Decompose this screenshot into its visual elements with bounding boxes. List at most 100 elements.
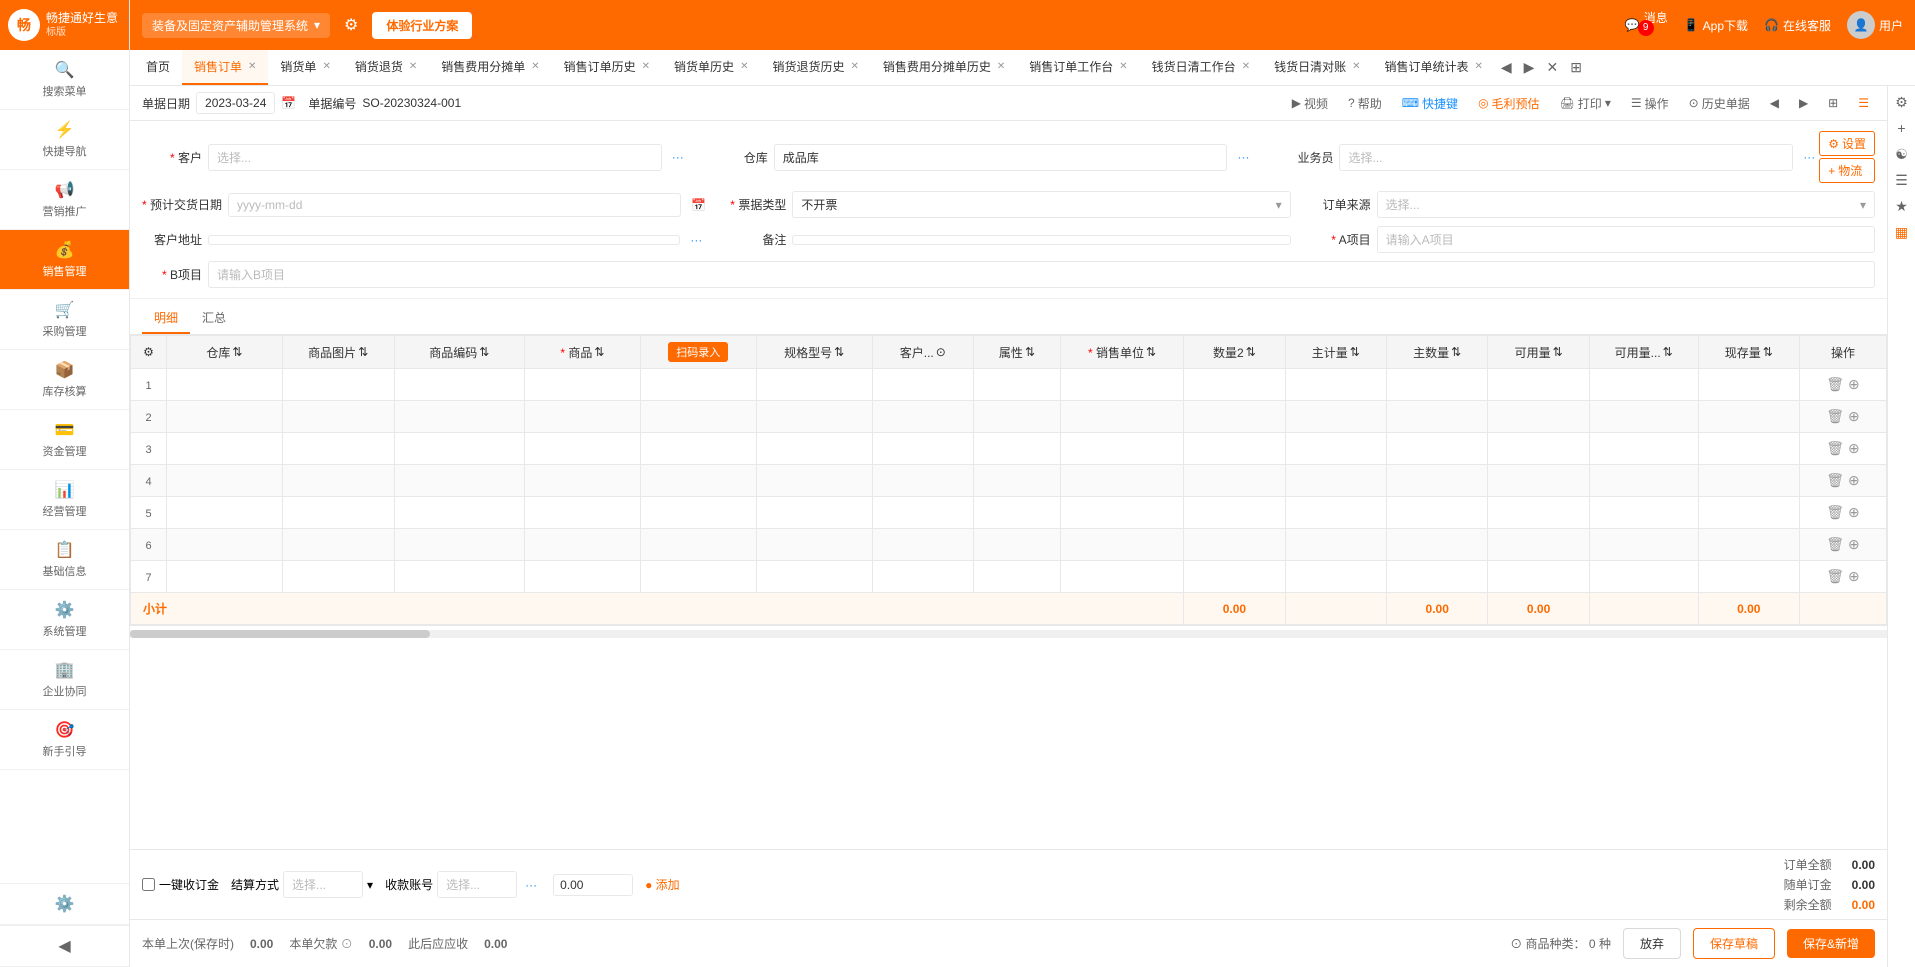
sidebar-item-sales[interactable]: 💰 销售管理 [0,230,129,290]
help-debt-icon[interactable]: ⊙ [341,937,353,951]
rp-settings-icon[interactable]: ⚙ [1890,90,1914,114]
grid-view-btn[interactable]: ⊞ [1822,94,1844,112]
delivery-date-input[interactable]: yyyy-mm-dd [228,193,681,217]
tab-close-cash-daily-reconcile[interactable]: ✕ [1352,61,1360,72]
sidebar-item-search[interactable]: 🔍 搜索菜单 [0,50,129,110]
tab-close-sales-expense-history[interactable]: ✕ [997,61,1005,72]
th-available[interactable]: 可用量 ⇅ [1488,336,1589,369]
warehouse-more-btn[interactable]: ··· [1233,150,1253,164]
calendar-icon[interactable]: 📅 [281,96,296,110]
th-sales-unit[interactable]: 销售单位 ⇅ [1060,336,1183,369]
rp-add-icon[interactable]: + [1890,116,1914,140]
th-product-code[interactable]: 商品编码 ⇅ [394,336,524,369]
row-copy-icon-6[interactable]: ⊕ [1848,536,1860,553]
tab-sales-expense-history[interactable]: 销售费用分摊单历史 ✕ [871,50,1017,85]
row-delete-icon-4[interactable]: 🗑 [1826,472,1844,489]
sidebar-settings-bottom[interactable]: ⚙️ [0,883,129,925]
one-click-collect-checkbox[interactable]: 一键收订金 [142,876,219,893]
settle-method-input[interactable]: 选择... [283,871,363,898]
save-new-button[interactable]: 保存&新增 [1787,929,1875,958]
customer-input[interactable]: 选择... [208,144,662,171]
scan-entry-button[interactable]: 扫码录入 [668,342,728,362]
list-view-btn[interactable]: ☰ [1852,94,1875,112]
tab-cash-daily-reconcile[interactable]: 钱货日清对账 ✕ [1262,50,1372,85]
sub-tab-summary[interactable]: 汇总 [190,303,238,334]
order-source-input[interactable]: 选择... ▾ [1377,191,1875,218]
th-customer-code[interactable]: 客户... ⊙ [872,336,973,369]
tab-sales-return-history[interactable]: 销货单历史 ✕ [662,50,760,85]
rp-star-icon[interactable]: ★ [1890,194,1914,218]
row-delete-icon-7[interactable]: 🗑 [1826,568,1844,585]
th-available-more[interactable]: 可用量... ⇅ [1589,336,1698,369]
salesperson-input[interactable]: 选择... [1339,144,1793,171]
tab-nav-prev[interactable]: ◀ [1495,55,1518,80]
tab-nav-next[interactable]: ▶ [1518,55,1541,80]
salesperson-more-btn[interactable]: ··· [1799,150,1819,164]
user-menu[interactable]: 👤 用户 [1847,11,1903,39]
app-download-button[interactable]: 📱 App下载 [1684,17,1748,34]
row-delete-icon-5[interactable]: 🗑 [1826,504,1844,521]
settings-button[interactable]: ⚙ [340,11,362,39]
row-copy-icon-7[interactable]: ⊕ [1848,568,1860,585]
address-more-btn[interactable]: ··· [686,233,706,247]
sidebar-item-base-info[interactable]: 📋 基础信息 [0,530,129,590]
discard-button[interactable]: 放弃 [1623,928,1681,959]
row-delete-icon-6[interactable]: 🗑 [1826,536,1844,553]
add-material-btn[interactable]: + 物流 [1819,158,1875,183]
tab-close-sales-order-stats[interactable]: ✕ [1475,61,1483,72]
rp-list-icon[interactable]: ☰ [1890,168,1914,192]
tab-close-sales-refund-history[interactable]: ✕ [850,61,858,72]
tab-close-sales-return-history[interactable]: ✕ [740,61,748,72]
receipt-account-more[interactable]: ··· [521,878,541,892]
one-click-checkbox-input[interactable] [142,878,155,891]
messages-button[interactable]: 💬 消息 9 [1625,9,1668,42]
tab-close-sales-order-history[interactable]: ✕ [642,61,650,72]
sidebar-item-marketing[interactable]: 📢 营销推广 [0,170,129,230]
sub-tab-detail[interactable]: 明细 [142,303,190,334]
tab-sales-refund[interactable]: 销货退货 ✕ [343,50,429,85]
solution-button[interactable]: 体验行业方案 [372,12,472,39]
tab-sales-return[interactable]: 销货单 ✕ [268,50,342,85]
tab-sales-order-workbench[interactable]: 销售订单工作台 ✕ [1017,50,1139,85]
sidebar-item-enterprise[interactable]: 🏢 企业协同 [0,650,129,710]
sidebar-item-purchase[interactable]: 🛒 采购管理 [0,290,129,350]
th-attributes[interactable]: 属性 ⇅ [974,336,1061,369]
th-scan[interactable]: 扫码录入 [640,336,756,369]
row-copy-icon-5[interactable]: ⊕ [1848,504,1860,521]
memo-input[interactable] [792,235,1290,245]
customer-more-btn[interactable]: ··· [668,150,688,164]
tab-layout-toggle[interactable]: ⊞ [1564,55,1588,80]
row-copy-icon-3[interactable]: ⊕ [1848,440,1860,457]
b-project-input[interactable]: 请输入B项目 [208,261,1875,288]
tab-sales-refund-history[interactable]: 销货退货历史 ✕ [760,50,870,85]
sidebar-item-guide[interactable]: 🎯 新手引导 [0,710,129,770]
tab-sales-order[interactable]: 销售订单 ✕ [182,50,268,85]
operation-btn[interactable]: ☰ 操作 [1625,93,1675,114]
receipt-account-input[interactable]: 选择... [437,871,517,898]
rp-barcode-icon[interactable]: ▦ [1890,220,1914,244]
system-title-selector[interactable]: 装备及固定资产辅助管理系统 ▾ [142,13,330,38]
tab-sales-order-stats[interactable]: 销售订单统计表 ✕ [1372,50,1494,85]
th-settings[interactable]: ⚙ [131,336,167,369]
rp-fingerprint-icon[interactable]: ☯ [1890,142,1914,166]
calendar2-icon[interactable]: 📅 [691,198,706,212]
tab-close-sales-order[interactable]: ✕ [248,61,256,72]
sidebar-item-inventory[interactable]: 📦 库存核算 [0,350,129,410]
tab-home[interactable]: 首页 [134,50,182,85]
row-delete-icon-3[interactable]: 🗑 [1826,440,1844,457]
tab-close-sales-expense[interactable]: ✕ [531,61,539,72]
tab-nav-more[interactable]: ✕ [1540,55,1564,80]
settings-form-btn[interactable]: ⚙ 设置 [1819,131,1875,156]
row-copy-icon-4[interactable]: ⊕ [1848,472,1860,489]
th-product-name[interactable]: 商品 ⇅ [524,336,640,369]
th-main-quantity[interactable]: 主数量 ⇅ [1387,336,1488,369]
help-btn[interactable]: ? 帮助 [1342,93,1388,114]
next-record-btn[interactable]: ▶ [1793,94,1814,112]
sidebar-item-operation[interactable]: 📊 经营管理 [0,470,129,530]
sidebar-item-quick-nav[interactable]: ⚡ 快捷导航 [0,110,129,170]
warehouse-input[interactable]: 成品库 [774,144,1228,171]
horizontal-scrollbar[interactable] [130,625,1887,642]
invoice-type-input[interactable]: 不开票 ▾ [792,191,1290,218]
tab-close-sales-refund[interactable]: ✕ [409,61,417,72]
goods-count-icon[interactable]: ⊙ [1510,937,1522,951]
